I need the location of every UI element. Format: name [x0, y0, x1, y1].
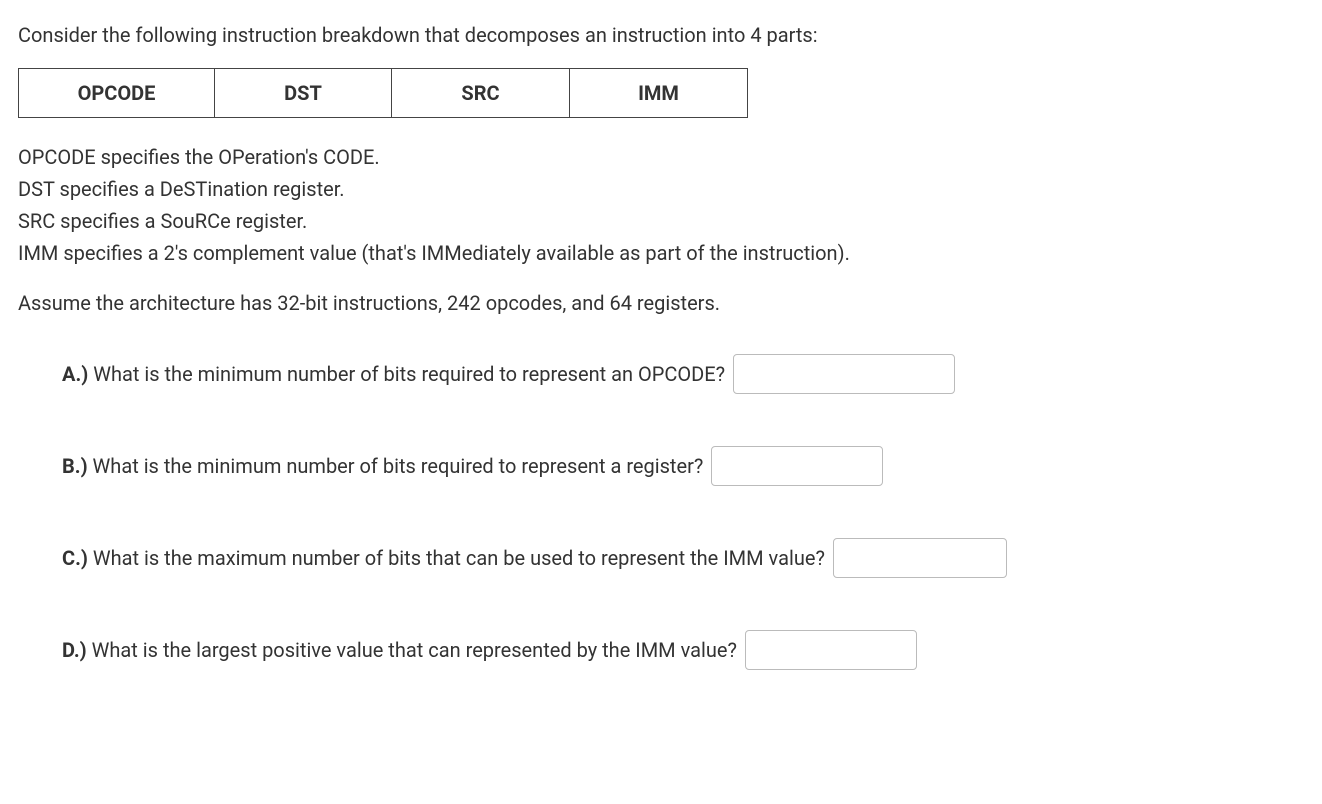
field-src: SRC — [392, 69, 570, 118]
answer-input-b[interactable] — [711, 446, 883, 486]
q-c-text: What is the maximum number of bits that … — [88, 546, 825, 570]
field-dst: DST — [215, 69, 392, 118]
q-a-text: What is the minimum number of bits requi… — [88, 362, 725, 386]
assume-text: Assume the architecture has 32-bit instr… — [18, 288, 1304, 318]
question-b: B.) What is the minimum number of bits r… — [62, 446, 1304, 486]
answer-input-a[interactable] — [733, 354, 955, 394]
instruction-table: OPCODE DST SRC IMM — [18, 68, 748, 118]
descriptions-block: OPCODE specifies the OPeration's CODE. D… — [18, 142, 1304, 268]
intro-text: Consider the following instruction break… — [18, 20, 1304, 50]
field-imm: IMM — [570, 69, 748, 118]
question-c: C.) What is the maximum number of bits t… — [62, 538, 1304, 578]
q-b-text: What is the minimum number of bits requi… — [88, 454, 704, 478]
desc-src: SRC specifies a SouRCe register. — [18, 206, 1304, 236]
q-d-label: D.) — [62, 638, 87, 662]
q-b-label: B.) — [62, 454, 88, 478]
question-a: A.) What is the minimum number of bits r… — [62, 354, 1304, 394]
answer-input-d[interactable] — [745, 630, 917, 670]
desc-imm: IMM specifies a 2's complement value (th… — [18, 238, 1304, 268]
q-d-text: What is the largest positive value that … — [87, 638, 737, 662]
q-c-label: C.) — [62, 546, 88, 570]
answer-input-c[interactable] — [833, 538, 1007, 578]
field-opcode: OPCODE — [19, 69, 215, 118]
question-d: D.) What is the largest positive value t… — [62, 630, 1304, 670]
desc-dst: DST specifies a DeSTination register. — [18, 174, 1304, 204]
q-a-label: A.) — [62, 362, 88, 386]
desc-opcode: OPCODE specifies the OPeration's CODE. — [18, 142, 1304, 172]
question-block: A.) What is the minimum number of bits r… — [18, 354, 1304, 670]
